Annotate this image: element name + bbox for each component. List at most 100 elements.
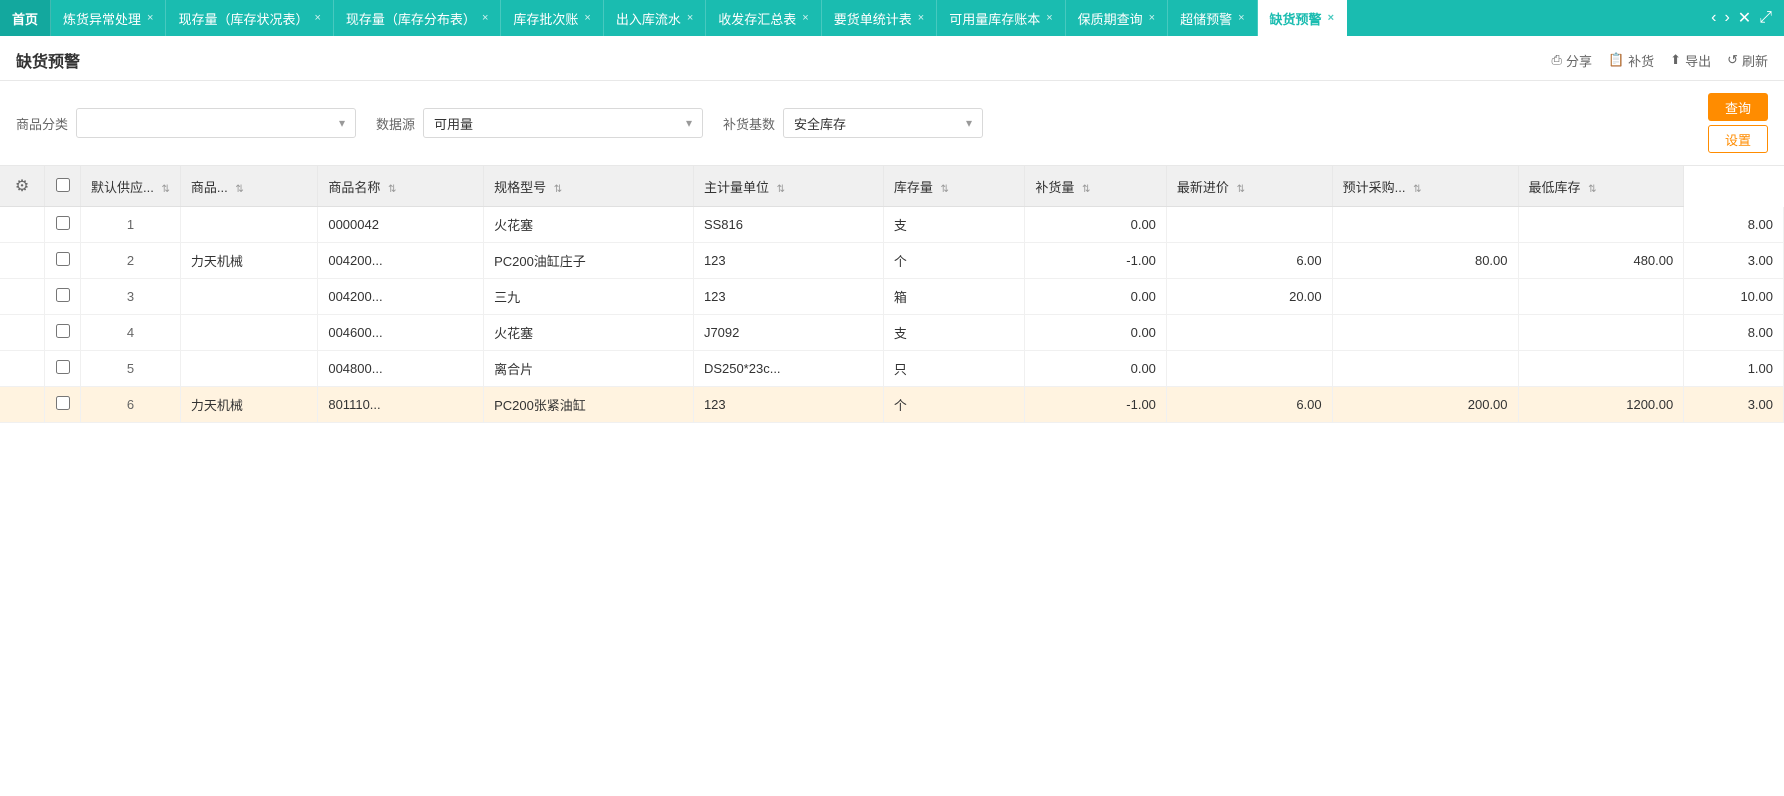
- nav-xiancunliang1[interactable]: 现存量（库存状况表） ×: [166, 0, 333, 36]
- row-goods-code: 004200...: [318, 243, 484, 279]
- close-icon[interactable]: ×: [147, 12, 153, 24]
- nav-churu-liushui[interactable]: 出入库流水 ×: [604, 0, 706, 36]
- row-restock: 6.00: [1166, 387, 1332, 423]
- close-icon[interactable]: ×: [1149, 12, 1155, 24]
- row-est-purchase: 1200.00: [1518, 387, 1684, 423]
- row-goods-name: PC200油缸庄子: [484, 243, 694, 279]
- close-icon[interactable]: ×: [802, 12, 808, 24]
- row-checkbox[interactable]: [56, 216, 70, 230]
- nav-keyongliang[interactable]: 可用量库存账本 ×: [937, 0, 1065, 36]
- sort-icon[interactable]: ⇅: [777, 184, 785, 195]
- chevron-down-icon: ▾: [686, 116, 692, 130]
- sort-icon[interactable]: ⇅: [161, 184, 169, 195]
- row-number: 4: [81, 315, 181, 351]
- nav-expand-icon[interactable]: ⤢: [1755, 9, 1776, 27]
- nav-home[interactable]: 首页: [0, 0, 51, 36]
- nav-controls: ‹ › ✕ ⤢: [1699, 8, 1784, 28]
- sort-icon[interactable]: ⇅: [388, 184, 396, 195]
- select-all-checkbox[interactable]: [56, 178, 70, 192]
- close-icon[interactable]: ×: [687, 12, 693, 24]
- row-supplier: [180, 351, 317, 387]
- close-icon[interactable]: ×: [482, 12, 488, 24]
- sort-icon[interactable]: ⇅: [1237, 184, 1245, 195]
- data-table: ⚙ 默认供应... ⇅ 商品... ⇅ 商品名称 ⇅: [0, 166, 1784, 423]
- row-latest-price: [1332, 315, 1518, 351]
- row-check-cell[interactable]: [45, 315, 81, 351]
- close-icon[interactable]: ×: [1046, 12, 1052, 24]
- nav-chaochu[interactable]: 超储预警 ×: [1168, 0, 1257, 36]
- row-number: 2: [81, 243, 181, 279]
- col-header-goods-code: 商品... ⇅: [180, 166, 317, 207]
- sort-icon[interactable]: ⇅: [1082, 184, 1090, 195]
- row-min-stock: 10.00: [1684, 279, 1784, 315]
- table-row: 6 力天机械 801110... PC200张紧油缸 123 个 -1.00 6…: [0, 387, 1784, 423]
- row-checkbox[interactable]: [56, 324, 70, 338]
- row-min-stock: 3.00: [1684, 387, 1784, 423]
- restock-select[interactable]: 安全库存 ▾: [783, 108, 983, 138]
- row-restock: [1166, 315, 1332, 351]
- nav-lianhuo[interactable]: 炼货异常处理 ×: [51, 0, 166, 36]
- sort-icon[interactable]: ⇅: [1588, 184, 1596, 195]
- table-row: 3 004200... 三九 123 箱 0.00 20.00 10.00: [0, 279, 1784, 315]
- row-est-purchase: [1518, 315, 1684, 351]
- row-check-cell[interactable]: [45, 243, 81, 279]
- sort-icon[interactable]: ⇅: [554, 184, 562, 195]
- query-button[interactable]: 查询: [1708, 93, 1768, 121]
- row-check-cell[interactable]: [45, 279, 81, 315]
- nav-close-icon[interactable]: ✕: [1734, 8, 1755, 28]
- col-header-settings[interactable]: ⚙: [0, 166, 45, 207]
- row-checkbox[interactable]: [56, 360, 70, 374]
- sort-icon[interactable]: ⇅: [941, 184, 949, 195]
- row-check-cell[interactable]: [45, 207, 81, 243]
- close-icon[interactable]: ×: [584, 12, 590, 24]
- nav-next-icon[interactable]: ›: [1720, 9, 1733, 27]
- nav-prev-icon[interactable]: ‹: [1707, 9, 1720, 27]
- row-supplier: [180, 207, 317, 243]
- table-row: 2 力天机械 004200... PC200油缸庄子 123 个 -1.00 6…: [0, 243, 1784, 279]
- col-header-check[interactable]: [45, 166, 81, 207]
- row-number: 5: [81, 351, 181, 387]
- row-goods-name: 离合片: [484, 351, 694, 387]
- row-number: 3: [81, 279, 181, 315]
- row-restock: 20.00: [1166, 279, 1332, 315]
- category-filter-group: 商品分类 ▾: [16, 108, 356, 138]
- close-icon[interactable]: ×: [918, 12, 924, 24]
- row-unit: 个: [883, 243, 1025, 279]
- share-button[interactable]: ⎙ 分享: [1552, 51, 1592, 70]
- row-checkbox[interactable]: [56, 396, 70, 410]
- gear-icon[interactable]: ⚙: [10, 174, 34, 198]
- row-stock: 0.00: [1025, 351, 1167, 387]
- nav-kucun-pici[interactable]: 库存批次账 ×: [501, 0, 603, 36]
- row-check-cell[interactable]: [45, 387, 81, 423]
- filter-buttons: 查询 设置: [1708, 93, 1768, 153]
- nav-quehuo[interactable]: 缺货预警 ×: [1258, 0, 1347, 36]
- filter-bar: 商品分类 ▾ 数据源 可用量 ▾ 补货基数 安全库存 ▾ 查询 设置: [0, 81, 1784, 166]
- sort-icon[interactable]: ⇅: [1413, 184, 1421, 195]
- row-supplier: [180, 315, 317, 351]
- sort-icon[interactable]: ⇅: [235, 184, 243, 195]
- datasource-select[interactable]: 可用量 ▾: [423, 108, 703, 138]
- nav-xiancunliang2[interactable]: 现存量（库存分布表） ×: [334, 0, 501, 36]
- row-check-cell[interactable]: [45, 351, 81, 387]
- col-header-spec: 规格型号 ⇅: [484, 166, 694, 207]
- settings-button[interactable]: 设置: [1708, 125, 1768, 153]
- export-icon: ⬆: [1670, 52, 1681, 68]
- export-button[interactable]: ⬆ 导出: [1670, 51, 1711, 70]
- row-checkbox[interactable]: [56, 252, 70, 266]
- row-goods-name: PC200张紧油缸: [484, 387, 694, 423]
- close-icon[interactable]: ×: [1238, 12, 1244, 24]
- page-header: 缺货预警 ⎙ 分享 📋 补货 ⬆ 导出 ↺ 刷新: [0, 36, 1784, 81]
- close-icon[interactable]: ×: [1328, 12, 1334, 24]
- nav-shofacun[interactable]: 收发存汇总表 ×: [706, 0, 821, 36]
- refresh-button[interactable]: ↺ 刷新: [1727, 51, 1768, 70]
- row-unit: 箱: [883, 279, 1025, 315]
- nav-yaohuo[interactable]: 要货单统计表 ×: [822, 0, 937, 36]
- row-goods-name: 火花塞: [484, 315, 694, 351]
- row-goods-code: 004200...: [318, 279, 484, 315]
- row-checkbox[interactable]: [56, 288, 70, 302]
- table-row: 1 0000042 火花塞 SS816 支 0.00 8.00: [0, 207, 1784, 243]
- nav-baozhi[interactable]: 保质期查询 ×: [1066, 0, 1168, 36]
- close-icon[interactable]: ×: [314, 12, 320, 24]
- category-select[interactable]: ▾: [76, 108, 356, 138]
- restock-button[interactable]: 📋 补货: [1608, 51, 1654, 70]
